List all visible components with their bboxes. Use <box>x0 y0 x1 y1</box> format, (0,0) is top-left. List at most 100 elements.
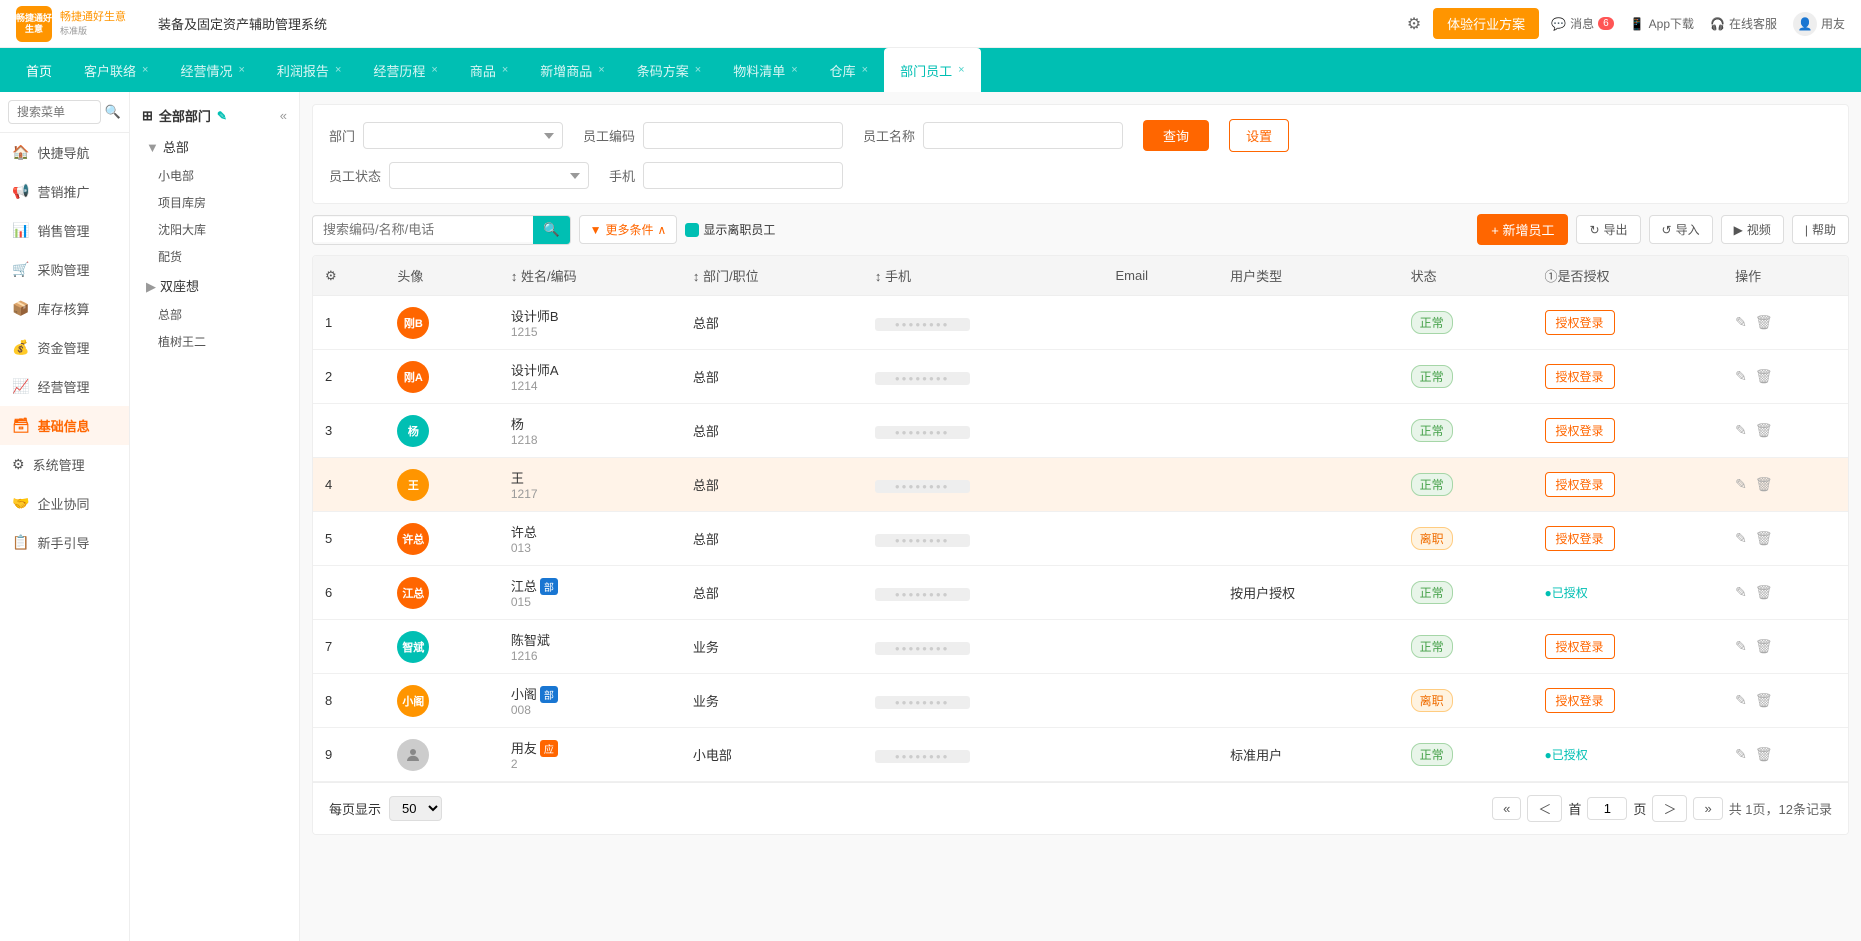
close-icon[interactable]: × <box>958 64 964 76</box>
close-icon[interactable]: × <box>862 64 868 76</box>
col-name[interactable]: ↕ 姓名/编码 <box>499 256 681 296</box>
delete-icon[interactable]: 🗑 <box>1755 746 1773 763</box>
auth-login-button[interactable]: 授权登录 <box>1545 472 1615 497</box>
sidebar-item-quicknav[interactable]: 🏠 快捷导航 <box>0 133 129 172</box>
auth-login-button[interactable]: 授权登录 <box>1545 526 1615 551</box>
delete-icon[interactable]: 🗑 <box>1755 476 1773 493</box>
query-button[interactable]: 查询 <box>1143 120 1209 151</box>
view-button[interactable]: ▶ 视频 <box>1721 215 1784 244</box>
sidebar-item-finance[interactable]: 💰 资金管理 <box>0 328 129 367</box>
delete-icon[interactable]: 🗑 <box>1755 368 1773 385</box>
prev-page-btn[interactable]: ＜ <box>1527 795 1562 822</box>
filter-status-select[interactable] <box>389 162 589 189</box>
filter-emp-code-input[interactable] <box>643 122 843 149</box>
sidebar-item-marketing[interactable]: 📢 营销推广 <box>0 172 129 211</box>
edit-icon[interactable]: ✎ <box>1735 422 1747 439</box>
dept-collapse-btn[interactable]: « <box>280 108 287 123</box>
close-icon[interactable]: × <box>335 64 341 76</box>
edit-icon[interactable]: ✎ <box>1735 368 1747 385</box>
tab-bom[interactable]: 物料清单 × <box>717 48 813 92</box>
add-employee-button[interactable]: + 新增员工 <box>1477 214 1568 245</box>
settings-icon[interactable]: ⚙ <box>1407 14 1421 34</box>
delete-icon[interactable]: 🗑 <box>1755 584 1773 601</box>
user-btn[interactable]: 👤 用友 <box>1793 12 1845 36</box>
filter-emp-name-input[interactable] <box>923 122 1123 149</box>
more-filter-btn[interactable]: ▼ 更多条件 ∧ <box>579 215 678 244</box>
tab-history[interactable]: 经营历程 × <box>357 48 453 92</box>
export-button[interactable]: ↻ 导出 <box>1576 215 1640 244</box>
dept-node-xiangmu[interactable]: 项目库房 <box>138 189 291 216</box>
auth-login-button[interactable]: 授权登录 <box>1545 688 1615 713</box>
edit-icon[interactable]: ✎ <box>1735 638 1747 655</box>
delete-icon[interactable]: 🗑 <box>1755 692 1773 709</box>
app-download-btn[interactable]: 📱 App下载 <box>1630 15 1694 32</box>
auth-login-button[interactable]: 授权登录 <box>1545 364 1615 389</box>
tab-barcode[interactable]: 条码方案 × <box>621 48 717 92</box>
search-button[interactable]: 🔍 <box>533 216 570 244</box>
tab-goods[interactable]: 商品 × <box>454 48 524 92</box>
tab-warehouse[interactable]: 仓库 × <box>814 48 884 92</box>
dept-node-parent-zongbu[interactable]: ▼总部 <box>138 131 291 162</box>
sidebar-item-guide[interactable]: 📋 新手引导 <box>0 523 129 562</box>
col-phone[interactable]: ↕ 手机 <box>863 256 1104 296</box>
edit-icon[interactable]: ✎ <box>1735 314 1747 331</box>
resigned-checkbox[interactable] <box>685 223 699 237</box>
edit-icon[interactable]: ✎ <box>1735 584 1747 601</box>
search-input[interactable] <box>313 217 533 242</box>
delete-icon[interactable]: 🗑 <box>1755 314 1773 331</box>
sidebar-item-business[interactable]: 📈 经营管理 <box>0 367 129 406</box>
sidebar-search-icon[interactable]: 🔍 <box>105 104 121 120</box>
auth-login-button[interactable]: 授权登录 <box>1545 310 1615 335</box>
sidebar-item-collab[interactable]: 🤝 企业协同 <box>0 484 129 523</box>
message-btn[interactable]: 💬 消息 6 <box>1551 15 1614 32</box>
delete-icon[interactable]: 🗑 <box>1755 638 1773 655</box>
delete-icon[interactable]: 🗑 <box>1755 422 1773 439</box>
sidebar-item-sales[interactable]: 📊 销售管理 <box>0 211 129 250</box>
tab-profit[interactable]: 利润报告 × <box>261 48 357 92</box>
tab-operations[interactable]: 经营情况 × <box>164 48 260 92</box>
close-icon[interactable]: × <box>502 64 508 76</box>
edit-icon[interactable]: ✎ <box>1735 530 1747 547</box>
edit-icon[interactable]: ✎ <box>1735 476 1747 493</box>
dept-node-zongbu2[interactable]: 总部 <box>138 301 291 328</box>
col-settings[interactable]: ⚙ <box>313 256 385 296</box>
first-page-btn[interactable]: « <box>1492 797 1521 820</box>
sidebar-item-system[interactable]: ⚙ 系统管理 <box>0 445 129 484</box>
sidebar-search-input[interactable] <box>8 100 101 124</box>
filter-dept-select[interactable] <box>363 122 563 149</box>
delete-icon[interactable]: 🗑 <box>1755 530 1773 547</box>
close-icon[interactable]: × <box>695 64 701 76</box>
edit-icon[interactable]: ✎ <box>1735 692 1747 709</box>
filter-phone-input[interactable] <box>643 162 843 189</box>
reset-button[interactable]: 设置 <box>1229 119 1289 152</box>
close-icon[interactable]: × <box>431 64 437 76</box>
sidebar-item-purchase[interactable]: 🛒 采购管理 <box>0 250 129 289</box>
dept-node-shuang[interactable]: ▶双座想 <box>138 270 291 301</box>
dept-edit-icon[interactable]: ✎ <box>217 109 227 123</box>
tab-home[interactable]: 首页 <box>10 48 68 92</box>
next-page-btn[interactable]: ＞ <box>1652 795 1687 822</box>
close-icon[interactable]: × <box>791 64 797 76</box>
dept-node-xiaodian[interactable]: 小电部 <box>138 162 291 189</box>
close-icon[interactable]: × <box>598 64 604 76</box>
tab-employees[interactable]: 部门员工 × <box>884 48 980 92</box>
sidebar-item-basic[interactable]: 🗃 基础信息 <box>0 406 129 445</box>
auth-login-button[interactable]: 授权登录 <box>1545 418 1615 443</box>
tab-add-goods[interactable]: 新增商品 × <box>524 48 620 92</box>
auth-login-button[interactable]: 授权登录 <box>1545 634 1615 659</box>
page-input[interactable] <box>1587 797 1627 820</box>
show-resigned-toggle[interactable]: 显示离职员工 <box>685 221 775 238</box>
sidebar-item-inventory[interactable]: 📦 库存核算 <box>0 289 129 328</box>
dept-node-peihuo[interactable]: 配货 <box>138 243 291 270</box>
per-page-select[interactable]: 50 <box>389 796 442 821</box>
online-service-btn[interactable]: 🎧 在线客服 <box>1710 15 1777 32</box>
tab-customer[interactable]: 客户联络 × <box>68 48 164 92</box>
dept-node-zhishu[interactable]: 植树王二 <box>138 328 291 355</box>
import-button[interactable]: ↺ 导入 <box>1649 215 1713 244</box>
edit-icon[interactable]: ✎ <box>1735 746 1747 763</box>
close-icon[interactable]: × <box>238 64 244 76</box>
dept-node-shenyang[interactable]: 沈阳大库 <box>138 216 291 243</box>
col-dept[interactable]: ↕ 部门/职位 <box>681 256 863 296</box>
last-page-btn[interactable]: » <box>1693 797 1722 820</box>
help-button[interactable]: | 帮助 <box>1792 215 1849 244</box>
